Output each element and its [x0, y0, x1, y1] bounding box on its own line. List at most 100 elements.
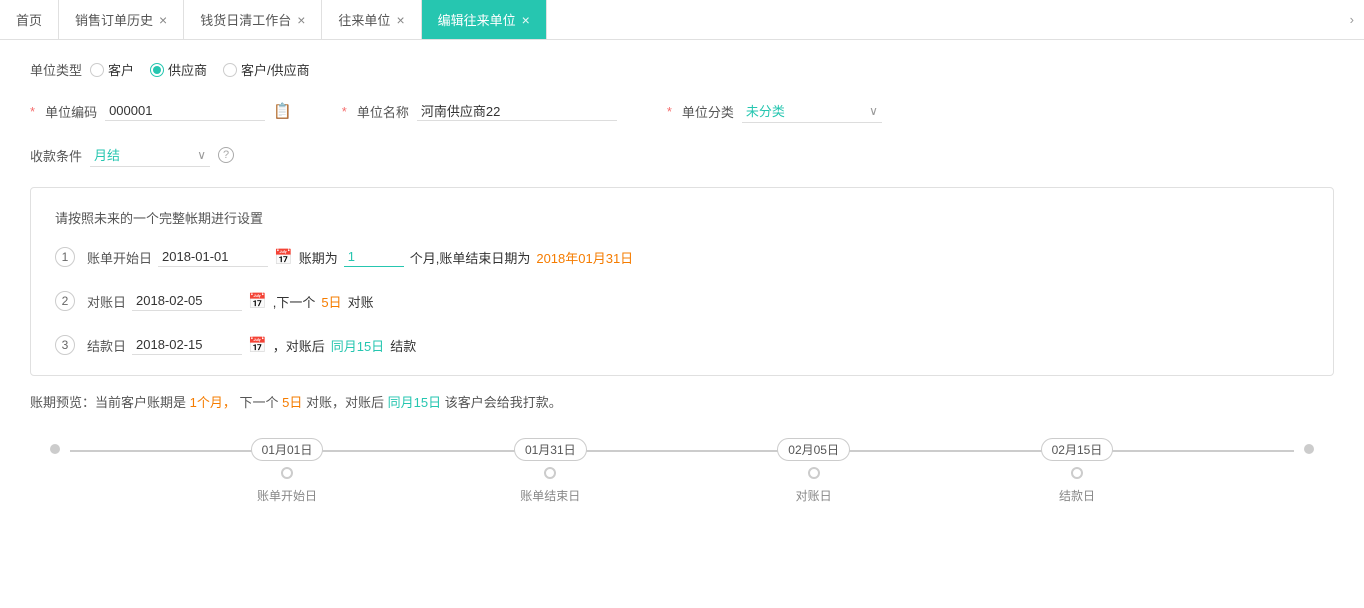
- timeline-pill-4: 02月15日: [1041, 438, 1114, 461]
- preview-prefix: 账期预览：当前客户账期是: [30, 395, 186, 410]
- timeline-pill-3: 02月05日: [777, 438, 850, 461]
- unit-category-chevron-icon: ∨: [869, 104, 878, 118]
- num-row-1: 1 账单开始日 📅 账期为 个月,账单结束日期为 2018年01月31日: [55, 247, 1309, 267]
- timeline-label-1: 账单开始日: [257, 487, 317, 504]
- form-group-unit-name: * 单位名称: [342, 101, 617, 121]
- num-row-2: 2 对账日 📅 ,下一个 5日 对账: [55, 291, 1309, 311]
- payment-terms-help-icon[interactable]: ?: [218, 147, 234, 163]
- timeline-dot-4: [1071, 467, 1083, 479]
- timeline-dot-1: [281, 467, 293, 479]
- row-num-2: 2: [55, 291, 75, 311]
- timeline-label-4: 结款日: [1059, 487, 1095, 504]
- row2-suffix1: ,下一个: [273, 292, 316, 311]
- radio-customer-supplier[interactable]: 客户/供应商: [223, 60, 310, 79]
- tab-cash-workbench-close[interactable]: ×: [297, 12, 305, 28]
- form-group-payment-terms: 收款条件 月结 ∨ ?: [30, 143, 234, 167]
- num-row-3: 3 结款日 📅 ，对账后 同月15日 结款: [55, 335, 1309, 355]
- tab-edit-partner-label: 编辑往来单位: [438, 10, 516, 29]
- unit-name-label: 单位名称: [357, 102, 409, 121]
- radio-customer-label: 客户: [108, 60, 134, 79]
- row3-date-input[interactable]: [132, 335, 242, 355]
- form-row-unit-info: * 单位编码 📋 * 单位名称 * 单位分类 未分类 ∨: [30, 99, 1334, 123]
- preview-highlight3: 同月15日: [388, 395, 441, 410]
- unit-category-label: 单位分类: [682, 102, 734, 121]
- unit-category-star: *: [667, 104, 672, 119]
- timeline-right-end: [1304, 438, 1314, 454]
- tab-cash-workbench[interactable]: 钱货日清工作台 ×: [184, 0, 322, 39]
- preview-highlight2: 5日: [282, 395, 302, 410]
- timeline-point-3: 02月05日 对账日: [777, 438, 850, 504]
- tab-partner-units-label: 往来单位: [338, 10, 390, 29]
- tab-edit-partner-close[interactable]: ×: [522, 12, 530, 28]
- tab-cash-workbench-label: 钱货日清工作台: [200, 10, 291, 29]
- unit-name-star: *: [342, 104, 347, 119]
- tab-bar: 首页 销售订单历史 × 钱货日清工作台 × 往来单位 × 编辑往来单位 × ›: [0, 0, 1364, 40]
- timeline-label-3: 对账日: [796, 487, 832, 504]
- row1-label: 账单开始日: [87, 248, 152, 267]
- row3-highlight: 同月15日: [331, 336, 384, 355]
- unit-type-label: 单位类型: [30, 60, 82, 79]
- tab-sales-order-label: 销售订单历史: [75, 10, 153, 29]
- tab-partner-units-close[interactable]: ×: [396, 12, 404, 28]
- row2-date-input[interactable]: [132, 291, 242, 311]
- unit-code-star: *: [30, 104, 35, 119]
- row1-calendar-icon[interactable]: 📅: [274, 248, 293, 266]
- preview-text2: 对账，对账后: [306, 395, 384, 410]
- tab-partner-units[interactable]: 往来单位 ×: [322, 0, 421, 39]
- radio-supplier[interactable]: 供应商: [150, 60, 207, 79]
- form-row-unit-type: 单位类型 客户 供应商 客户/供应商: [30, 60, 1334, 79]
- row-num-1: 1: [55, 247, 75, 267]
- timeline-point-2: 01月31日 账单结束日: [514, 438, 587, 504]
- row1-period-input[interactable]: [344, 247, 404, 267]
- timeline-pill-1: 01月01日: [251, 438, 324, 461]
- row2-suffix2: 对账: [348, 292, 374, 311]
- tab-expand-button[interactable]: ›: [1340, 0, 1364, 39]
- timeline-pill-2: 01月31日: [514, 438, 587, 461]
- timeline-left-end: [50, 438, 60, 454]
- radio-customer-supplier-label: 客户/供应商: [241, 60, 310, 79]
- preview-suffix: 该客户会给我打款。: [445, 395, 562, 410]
- unit-name-input[interactable]: [417, 101, 617, 121]
- form-row-payment-terms: 收款条件 月结 ∨ ?: [30, 143, 1334, 167]
- unit-category-select[interactable]: 未分类 ∨: [742, 99, 882, 123]
- row2-calendar-icon[interactable]: 📅: [248, 292, 267, 310]
- timeline-label-2: 账单结束日: [520, 487, 580, 504]
- radio-customer[interactable]: 客户: [90, 60, 134, 79]
- row-content-1: 账单开始日 📅 账期为 个月,账单结束日期为 2018年01月31日: [87, 247, 633, 267]
- main-content: 单位类型 客户 供应商 客户/供应商 * 单位编码: [0, 40, 1364, 608]
- row-content-3: 结款日 📅 ，对账后 同月15日 结款: [87, 335, 416, 355]
- timeline-left-dot: [50, 444, 60, 454]
- row3-calendar-icon[interactable]: 📅: [248, 336, 267, 354]
- payment-terms-label: 收款条件: [30, 146, 82, 165]
- row3-suffix1: ，对账后: [273, 336, 325, 355]
- tab-home-label: 首页: [16, 10, 42, 29]
- row1-period-unit: 个月,账单结束日期为: [410, 248, 531, 267]
- tab-sales-order-close[interactable]: ×: [159, 12, 167, 28]
- form-group-unit-type: 单位类型 客户 供应商 客户/供应商: [30, 60, 310, 79]
- payment-terms-select[interactable]: 月结 ∨: [90, 143, 210, 167]
- tab-sales-order[interactable]: 销售订单历史 ×: [59, 0, 184, 39]
- tab-edit-partner[interactable]: 编辑往来单位 ×: [422, 0, 547, 39]
- form-group-unit-category: * 单位分类 未分类 ∨: [667, 99, 882, 123]
- unit-code-input[interactable]: [105, 101, 265, 121]
- timeline-point-4: 02月15日 结款日: [1041, 438, 1114, 504]
- preview-highlight1: 1个月，: [190, 395, 236, 410]
- row-num-3: 3: [55, 335, 75, 355]
- radio-customer-circle: [90, 63, 104, 77]
- row2-label: 对账日: [87, 292, 126, 311]
- row1-period-end: 2018年01月31日: [536, 248, 633, 267]
- timeline-dot-2: [544, 467, 556, 479]
- unit-code-calendar-icon[interactable]: 📋: [273, 102, 292, 120]
- radio-group-unit-type: 客户 供应商 客户/供应商: [90, 60, 310, 79]
- payment-terms-chevron-icon: ∨: [197, 148, 206, 162]
- row2-highlight: 5日: [321, 292, 341, 311]
- tab-home[interactable]: 首页: [0, 0, 59, 39]
- payment-terms-value: 月结: [94, 145, 193, 164]
- unit-code-label: 单位编码: [45, 102, 97, 121]
- row-content-2: 对账日 📅 ,下一个 5日 对账: [87, 291, 374, 311]
- row1-date-input[interactable]: [158, 247, 268, 267]
- radio-supplier-circle: [150, 63, 164, 77]
- row1-period-label: 账期为: [299, 248, 338, 267]
- preview-text: 账期预览：当前客户账期是 1个月， 下一个 5日 对账，对账后 同月15日 该客…: [30, 392, 1334, 414]
- timeline-right-dot: [1304, 444, 1314, 454]
